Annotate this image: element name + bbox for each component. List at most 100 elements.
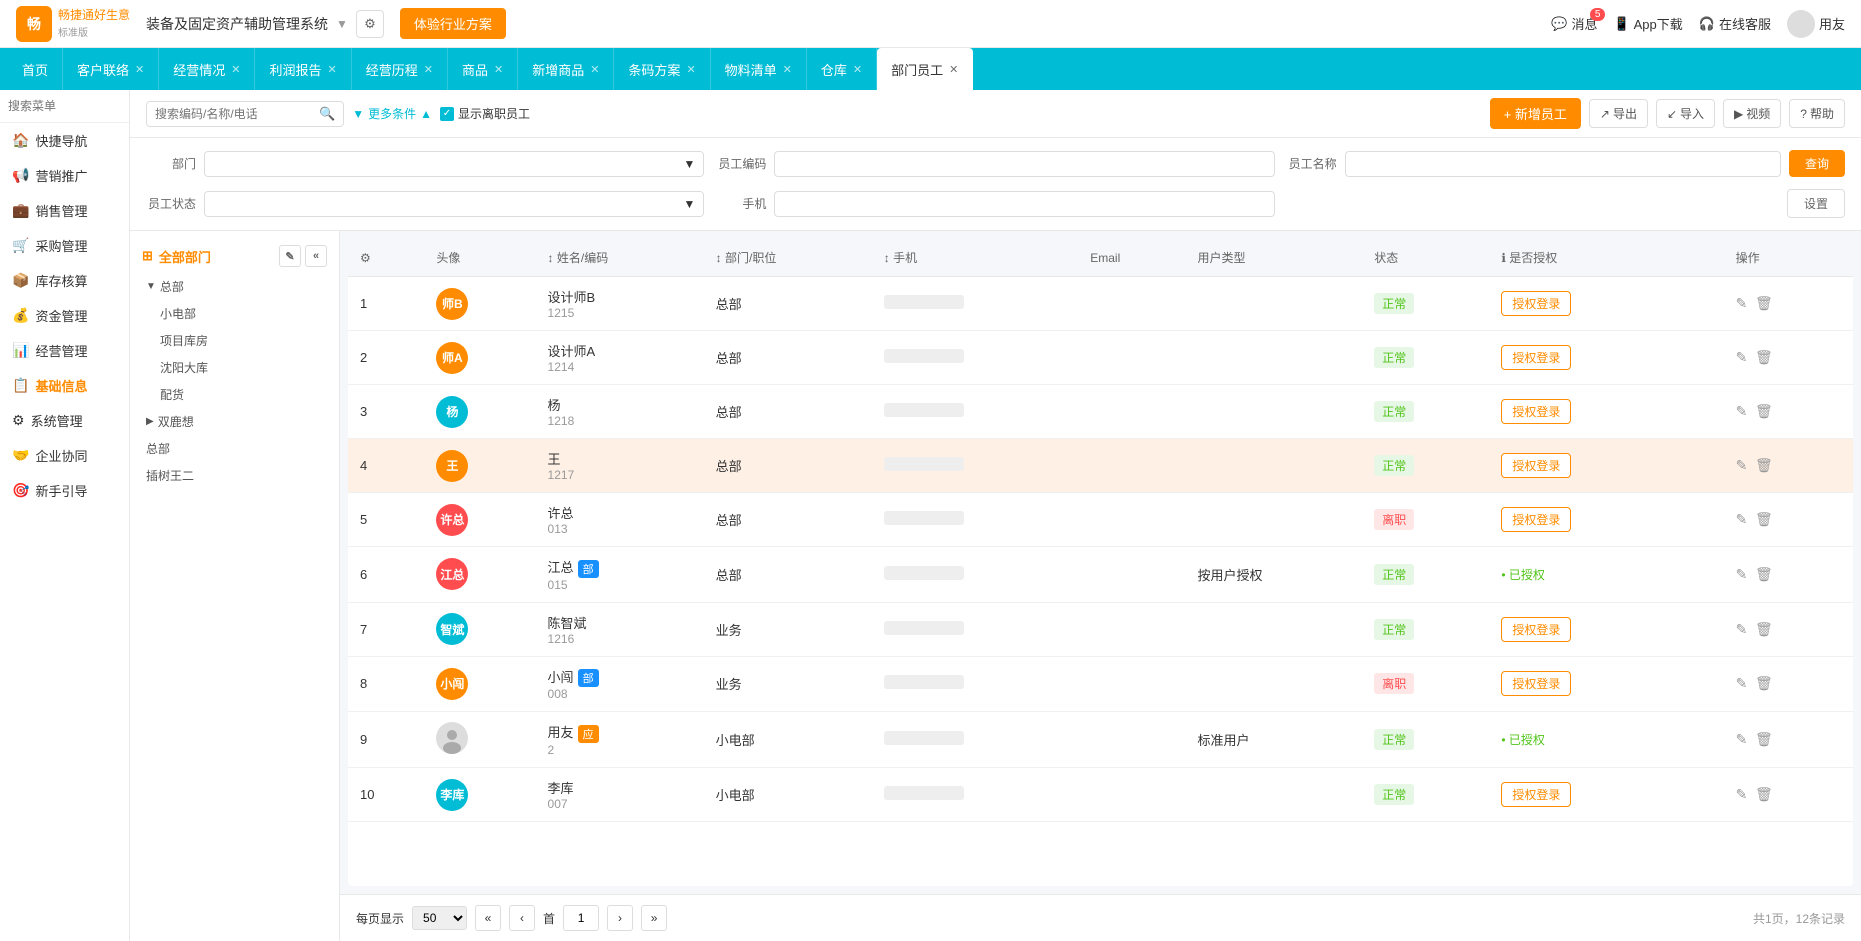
close-icon[interactable]: ✕ [686,63,695,76]
phone-input[interactable] [774,191,1274,217]
sidebar-item-nav[interactable]: 🏠 快捷导航 [0,123,129,158]
sidebar-item-inventory[interactable]: 📦 库存核算 [0,263,129,298]
delete-button[interactable]: 🗑 [1755,675,1773,691]
close-icon[interactable]: ✕ [328,63,337,76]
dept-item-chashuwang[interactable]: 插树王二 [130,462,339,489]
reset-button[interactable]: 设置 [1787,189,1845,218]
edit-button[interactable]: ✎ [1736,349,1748,365]
message-button[interactable]: 💬 消息 5 [1551,14,1597,33]
tab-profit[interactable]: 利润报告 ✕ [255,48,351,90]
auth-login-button[interactable]: 授权登录 [1501,399,1571,424]
edit-button[interactable]: ✎ [1736,566,1748,582]
tab-warehouse[interactable]: 仓库 ✕ [807,48,877,90]
tab-barcode[interactable]: 条码方案 ✕ [614,48,710,90]
dept-item-xiaodian[interactable]: 小电部 [130,300,339,327]
dept-item-project[interactable]: 项目库房 [130,327,339,354]
dept-edit-button[interactable]: ✎ [279,245,301,267]
sidebar-search[interactable]: 🔍 [0,90,129,123]
th-phone[interactable]: ↕ 手机 [872,239,1078,277]
tab-add-goods[interactable]: 新增商品 ✕ [518,48,614,90]
close-icon[interactable]: ✕ [231,63,240,76]
edit-button[interactable]: ✎ [1736,675,1748,691]
more-filter-button[interactable]: ▼ 更多条件 ▲ [352,105,432,122]
tab-bom[interactable]: 物料清单 ✕ [711,48,807,90]
first-page-button[interactable]: « [475,905,501,931]
sidebar-item-sales[interactable]: 💼 销售管理 [0,193,129,228]
auth-login-button[interactable]: 授权登录 [1501,671,1571,696]
close-icon[interactable]: ✕ [424,63,433,76]
delete-button[interactable]: 🗑 [1755,403,1773,419]
edit-button[interactable]: ✎ [1736,786,1748,802]
delete-button[interactable]: 🗑 [1755,786,1773,802]
tab-business[interactable]: 经营情况 ✕ [159,48,255,90]
close-icon[interactable]: ✕ [853,63,862,76]
show-resigned-toggle[interactable]: ✓ 显示离职员工 [440,105,530,122]
add-employee-button[interactable]: + 新增员工 [1490,98,1581,129]
close-icon[interactable]: ✕ [494,63,503,76]
delete-button[interactable]: 🗑 [1755,511,1773,527]
dept-item-peihuo[interactable]: 配货 [130,381,339,408]
app-download-button[interactable]: 📱 App下载 [1613,14,1682,33]
dept-item-shuangluxiang[interactable]: ▶ 双鹿想 [130,408,339,435]
search-input[interactable] [155,107,315,121]
delete-button[interactable]: 🗑 [1755,457,1773,473]
auth-login-button[interactable]: 授权登录 [1501,782,1571,807]
delete-button[interactable]: 🗑 [1755,349,1773,365]
gear-button[interactable]: ⚙ [356,10,384,38]
sidebar-item-guide[interactable]: 🎯 新手引导 [0,473,129,508]
delete-button[interactable]: 🗑 [1755,295,1773,311]
search-wrap[interactable]: 🔍 [146,101,344,127]
th-dept-role[interactable]: ↕ 部门/职位 [704,239,872,277]
user-area[interactable]: 用友 [1787,10,1845,38]
delete-button[interactable]: 🗑 [1755,566,1773,582]
tab-dept-staff[interactable]: 部门员工 ✕ [877,48,973,90]
delete-button[interactable]: 🗑 [1755,621,1773,637]
sidebar-item-marketing[interactable]: 📢 营销推广 [0,158,129,193]
page-number-input[interactable] [563,905,599,931]
next-page-button[interactable]: › [607,905,633,931]
view-button[interactable]: ▶ 视频 [1723,99,1781,128]
edit-button[interactable]: ✎ [1736,511,1748,527]
dept-select[interactable]: ▼ [204,151,704,177]
delete-button[interactable]: 🗑 [1755,731,1773,747]
dept-item-zongbu[interactable]: 总部 [130,435,339,462]
settings-icon[interactable]: ⚙ [360,251,371,265]
sidebar-item-operations[interactable]: 📊 经营管理 [0,333,129,368]
close-icon[interactable]: ✕ [949,63,958,76]
edit-button[interactable]: ✎ [1736,731,1748,747]
auth-login-button[interactable]: 授权登录 [1501,345,1571,370]
edit-button[interactable]: ✎ [1736,457,1748,473]
close-icon[interactable]: ✕ [590,63,599,76]
online-service-button[interactable]: 🎧 在线客服 [1699,14,1771,33]
query-button[interactable]: 查询 [1789,150,1845,177]
export-button[interactable]: ↗ 导出 [1589,99,1648,128]
sidebar-item-finance[interactable]: 💰 资金管理 [0,298,129,333]
last-page-button[interactable]: » [641,905,667,931]
auth-login-button[interactable]: 授权登录 [1501,453,1571,478]
auth-login-button[interactable]: 授权登录 [1501,617,1571,642]
per-page-select[interactable]: 50 100 [412,906,467,930]
th-name-code[interactable]: ↕ 姓名/编码 [536,239,704,277]
prev-page-button[interactable]: ‹ [509,905,535,931]
dept-item-shenyang[interactable]: 沈阳大库 [130,354,339,381]
tab-goods[interactable]: 商品 ✕ [448,48,518,90]
tab-home[interactable]: 首页 [8,48,63,90]
dept-collapse-button[interactable]: « [305,245,327,267]
emp-code-input[interactable] [774,151,1274,177]
sidebar-item-system[interactable]: ⚙ 系统管理 [0,403,129,438]
trial-button[interactable]: 体验行业方案 [400,8,506,39]
sidebar-item-collab[interactable]: 🤝 企业协同 [0,438,129,473]
emp-name-input[interactable] [1345,151,1781,177]
sidebar-item-basic[interactable]: 📋 基础信息 [0,368,129,403]
auth-login-button[interactable]: 授权登录 [1501,291,1571,316]
dept-item-zongbu-parent[interactable]: ▼ 总部 [130,273,339,300]
import-button[interactable]: ↙ 导入 [1656,99,1715,128]
sidebar-search-input[interactable] [8,99,130,113]
edit-button[interactable]: ✎ [1736,621,1748,637]
auth-login-button[interactable]: 授权登录 [1501,507,1571,532]
emp-status-select[interactable]: ▼ [204,191,704,217]
help-button[interactable]: ? 帮助 [1789,99,1845,128]
tab-customer[interactable]: 客户联络 ✕ [63,48,159,90]
sidebar-item-purchase[interactable]: 🛒 采购管理 [0,228,129,263]
edit-button[interactable]: ✎ [1736,295,1748,311]
